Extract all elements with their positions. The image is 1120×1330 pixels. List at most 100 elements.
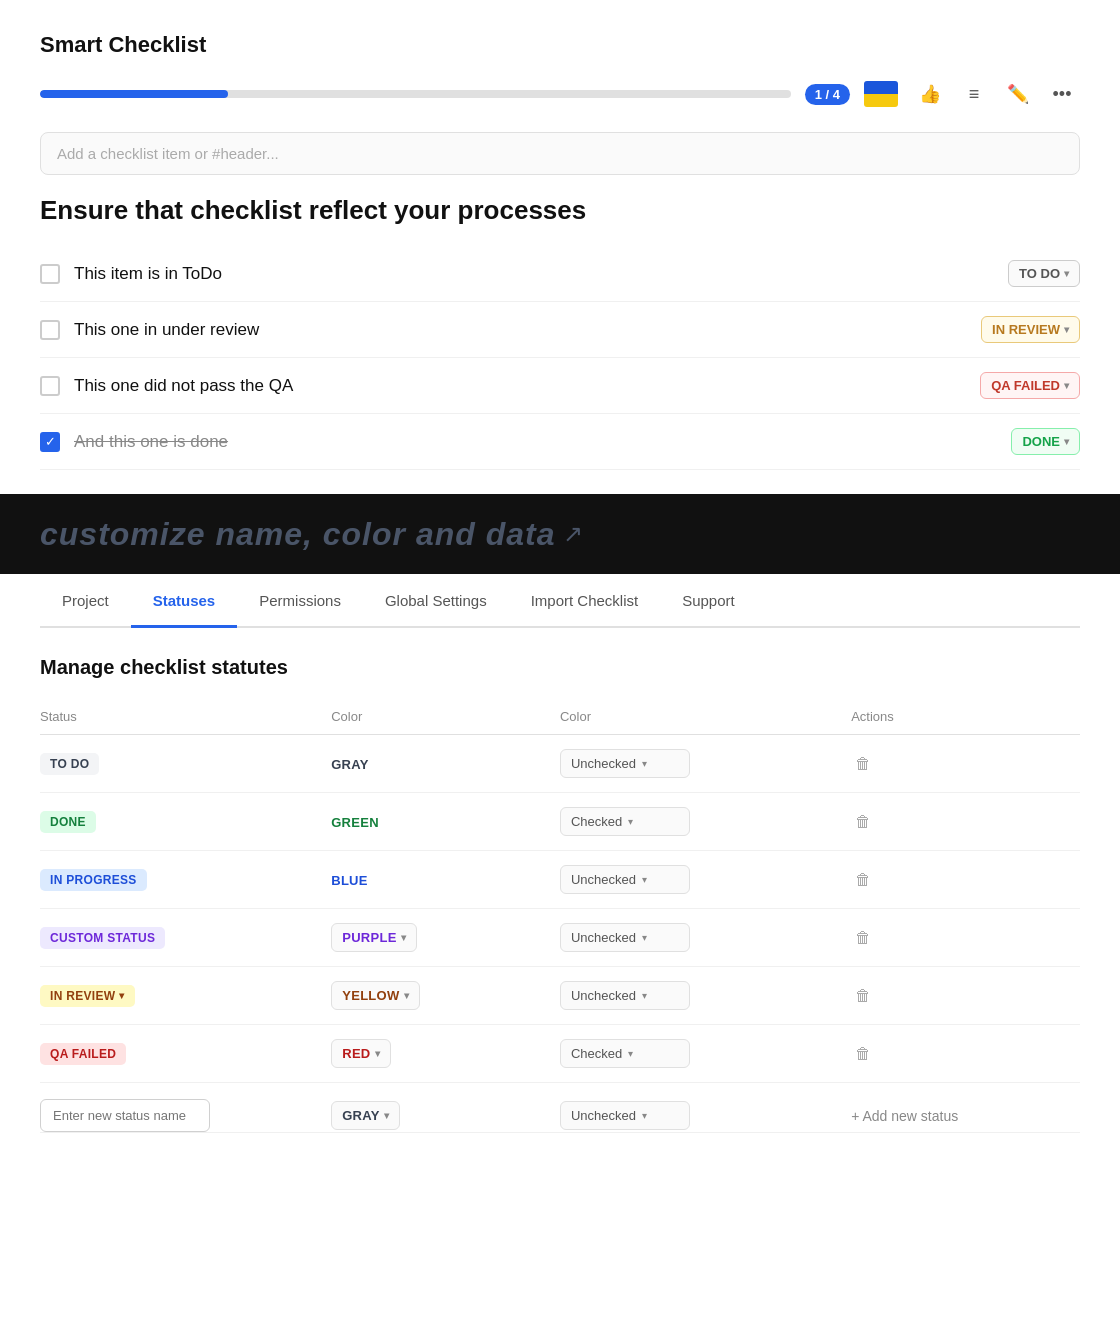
color-label-inprogress: BLUE: [331, 873, 368, 888]
delete-button-done[interactable]: 🗑: [851, 809, 875, 835]
chevron-down-icon: ▾: [642, 874, 679, 885]
checklist-item-3: This one did not pass the QA QA FAILED ▾: [40, 358, 1080, 414]
delete-button-todo[interactable]: 🗑: [851, 751, 875, 777]
chevron-down-icon: ▾: [642, 932, 679, 943]
item-text-2: This one in under review: [74, 320, 967, 340]
checkbox-2[interactable]: [40, 320, 60, 340]
chevron-down-icon: ▾: [404, 990, 409, 1001]
checklist-item-4: ✓ And this one is done DONE ▾: [40, 414, 1080, 470]
checkbox-3[interactable]: [40, 376, 60, 396]
toolbar-icons: 👍 ≡ ✏️ •••: [912, 76, 1080, 112]
col-header-status: Status: [40, 699, 331, 735]
edit-icon[interactable]: ✏️: [1000, 76, 1036, 112]
status-chip-inprogress: IN PROGRESS: [40, 869, 147, 891]
chevron-down-icon-3: ▾: [1064, 380, 1069, 391]
black-section-text: customize name, color and data: [40, 516, 555, 553]
checklist-items: This item is in ToDo TO DO ▾ This one in…: [40, 246, 1080, 470]
chevron-down-icon: ▾: [642, 758, 679, 769]
app-title: Smart Checklist: [40, 32, 1080, 58]
status-badge-2[interactable]: IN REVIEW ▾: [981, 316, 1080, 343]
checkbox-4[interactable]: ✓: [40, 432, 60, 452]
status-badge-3[interactable]: QA FAILED ▾: [980, 372, 1080, 399]
col-header-actions: Actions: [851, 699, 1080, 735]
item-text-3: This one did not pass the QA: [74, 376, 966, 396]
check-dropdown-custom[interactable]: Unchecked ▾: [560, 923, 690, 952]
color-dropdown-custom[interactable]: PURPLE ▾: [331, 923, 417, 952]
status-label-2: IN REVIEW: [992, 322, 1060, 337]
check-dropdown-qafailed[interactable]: Checked ▾: [560, 1039, 690, 1068]
table-row: IN PROGRESS BLUE Unchecked ▾ 🗑: [40, 851, 1080, 909]
thumbs-up-icon[interactable]: 👍: [912, 76, 948, 112]
color-label-done: GREEN: [331, 815, 379, 830]
chevron-down-icon-4: ▾: [1064, 436, 1069, 447]
status-badge-4[interactable]: DONE ▾: [1011, 428, 1080, 455]
tab-support[interactable]: Support: [660, 574, 757, 628]
progress-fill: [40, 90, 228, 98]
check-dropdown-done[interactable]: Checked ▾: [560, 807, 690, 836]
status-label-4: DONE: [1022, 434, 1060, 449]
tab-import-checklist[interactable]: Import Checklist: [509, 574, 661, 628]
black-section: customize name, color and data ↗: [0, 494, 1120, 574]
color-dropdown-inreview[interactable]: YELLOW ▾: [331, 981, 419, 1010]
chevron-down-icon: ▾: [401, 932, 406, 943]
chevron-down-icon: ▾: [384, 1110, 389, 1121]
table-row: CUSTOM STATUS PURPLE ▾ Unchecked ▾ 🗑: [40, 909, 1080, 967]
check-dropdown-inreview[interactable]: Unchecked ▾: [560, 981, 690, 1010]
color-label-todo: GRAY: [331, 757, 369, 772]
status-chip-qafailed: QA FAILED: [40, 1043, 126, 1065]
item-text-1: This item is in ToDo: [74, 264, 994, 284]
cursor-icon: ↗: [563, 520, 583, 548]
chevron-down-icon: ▾: [628, 816, 679, 827]
delete-button-inprogress[interactable]: 🗑: [851, 867, 875, 893]
status-label-3: QA FAILED: [991, 378, 1060, 393]
delete-button-qafailed[interactable]: 🗑: [851, 1041, 875, 1067]
checklist-heading: Ensure that checklist reflect your proce…: [40, 195, 1080, 226]
table-row: TO DO GRAY Unchecked ▾ 🗑: [40, 735, 1080, 793]
status-table: Status Color Color Actions TO DO GRAY Un…: [40, 699, 1080, 1133]
status-chip-inreview: IN REVIEW ▾: [40, 985, 135, 1007]
status-chip-custom: CUSTOM STATUS: [40, 927, 165, 949]
check-dropdown-new[interactable]: Unchecked ▾: [560, 1101, 690, 1130]
delete-button-inreview[interactable]: 🗑: [851, 983, 875, 1009]
status-chip-done: DONE: [40, 811, 96, 833]
filter-icon[interactable]: ≡: [956, 76, 992, 112]
color-dropdown-new[interactable]: GRAY ▾: [331, 1101, 400, 1130]
chevron-down-icon: ▾: [628, 1048, 679, 1059]
checklist-item-2: This one in under review IN REVIEW ▾: [40, 302, 1080, 358]
check-dropdown-todo[interactable]: Unchecked ▾: [560, 749, 690, 778]
tab-statuses[interactable]: Statuses: [131, 574, 238, 628]
table-row: QA FAILED RED ▾ Checked ▾ 🗑: [40, 1025, 1080, 1083]
status-badge-1[interactable]: TO DO ▾: [1008, 260, 1080, 287]
checkbox-1[interactable]: [40, 264, 60, 284]
table-row: IN REVIEW ▾ YELLOW ▾ Unchecked ▾ 🗑: [40, 967, 1080, 1025]
status-chip-todo: TO DO: [40, 753, 99, 775]
table-row: DONE GREEN Checked ▾ 🗑: [40, 793, 1080, 851]
flag-ukraine-icon: [864, 81, 898, 107]
checklist-item-1: This item is in ToDo TO DO ▾: [40, 246, 1080, 302]
more-icon[interactable]: •••: [1044, 76, 1080, 112]
chevron-down-icon: ▾: [642, 1110, 679, 1121]
bottom-section: Project Statuses Permissions Global Sett…: [0, 574, 1120, 1173]
delete-button-custom[interactable]: 🗑: [851, 925, 875, 951]
tab-permissions[interactable]: Permissions: [237, 574, 363, 628]
add-item-input[interactable]: Add a checklist item or #header...: [40, 132, 1080, 175]
tabs-row: Project Statuses Permissions Global Sett…: [40, 574, 1080, 628]
progress-badge: 1 / 4: [805, 84, 850, 105]
tab-project[interactable]: Project: [40, 574, 131, 628]
col-header-color1: Color: [331, 699, 560, 735]
chevron-down-icon-2: ▾: [1064, 324, 1069, 335]
color-dropdown-qafailed[interactable]: RED ▾: [331, 1039, 390, 1068]
chevron-down-icon: ▾: [642, 990, 679, 1001]
new-color-label: GRAY: [342, 1108, 380, 1123]
progress-track: [40, 90, 791, 98]
col-header-color2: Color: [560, 699, 851, 735]
chevron-down-icon-1: ▾: [1064, 268, 1069, 279]
add-new-status-button[interactable]: + Add new status: [851, 1102, 958, 1130]
tab-global-settings[interactable]: Global Settings: [363, 574, 509, 628]
status-label-1: TO DO: [1019, 266, 1060, 281]
new-status-input[interactable]: [40, 1099, 210, 1132]
top-section: Smart Checklist 1 / 4 👍 ≡ ✏️ ••• Add a c…: [0, 0, 1120, 494]
check-dropdown-inprogress[interactable]: Unchecked ▾: [560, 865, 690, 894]
new-status-row: GRAY ▾ Unchecked ▾ + Add new status: [40, 1083, 1080, 1133]
section-title: Manage checklist statutes: [40, 656, 1080, 679]
